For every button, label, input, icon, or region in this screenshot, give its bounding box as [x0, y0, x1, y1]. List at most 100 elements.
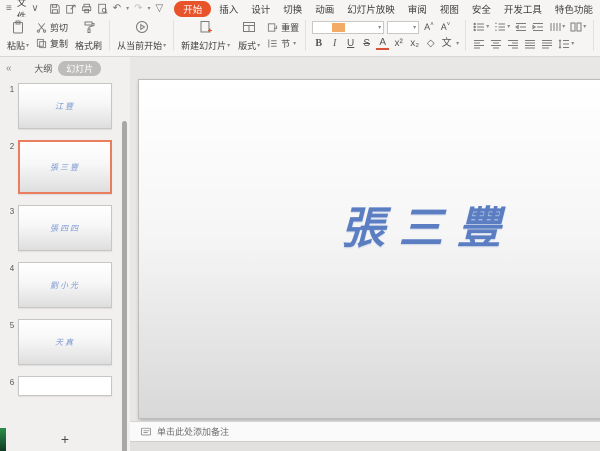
tab-security[interactable]: 安全 — [467, 1, 496, 17]
slide-title-text[interactable]: 張三豐 — [341, 192, 515, 256]
slide-thumbnail-selected[interactable]: 張三豐 — [18, 140, 112, 194]
undo-caret-icon[interactable]: ▾ — [126, 6, 129, 12]
slide-panel: « 大纲 幻灯片 1 江豐 2 張三豐 3 張四四 — [0, 57, 130, 451]
tab-animations[interactable]: 动画 — [310, 1, 339, 17]
align-left-button[interactable] — [472, 39, 486, 49]
format-painter-button[interactable]: 格式刷 — [72, 18, 105, 53]
ribbon-tabs: 开始 插入 设计 切换 动画 幻灯片放映 审阅 视图 安全 开发工具 特色功能 — [174, 1, 598, 17]
add-slide-button[interactable]: + — [47, 431, 83, 447]
decrease-indent-button[interactable] — [514, 22, 528, 32]
align-center-icon — [490, 39, 502, 49]
text-direction-icon — [549, 22, 561, 32]
screen-edge-artifact — [0, 428, 6, 451]
save-button[interactable] — [49, 3, 60, 14]
phonetic-caret-icon[interactable]: ▾ — [456, 41, 459, 47]
align-center-button[interactable] — [489, 39, 503, 49]
slide-panel-footer: + — [0, 427, 130, 451]
redo-button[interactable]: ↷ — [134, 4, 142, 14]
slide-number: 2 — [6, 140, 18, 194]
paste-button[interactable]: 粘贴▾ — [4, 18, 32, 53]
text-direction-button[interactable]: ▾ — [548, 22, 566, 32]
distribute-button[interactable] — [540, 39, 554, 49]
new-slide-caret-icon[interactable]: ▾ — [227, 43, 230, 49]
layout-icon — [242, 20, 256, 34]
numbered-list-button[interactable]: ▾ — [493, 22, 511, 32]
print-preview-button[interactable] — [97, 3, 108, 14]
slide-thumbnail[interactable]: 張四四 — [18, 205, 112, 251]
slide-layout-button[interactable]: 版式▾ — [235, 18, 263, 53]
align-right-button[interactable] — [506, 39, 520, 49]
tab-view[interactable]: 视图 — [435, 1, 464, 17]
strikethrough-button[interactable]: S — [360, 37, 373, 50]
font-color-button[interactable]: A — [376, 38, 389, 50]
section-caret-icon[interactable]: ▾ — [293, 41, 296, 47]
layout-caret-icon[interactable]: ▾ — [257, 43, 260, 49]
font-size-caret-icon[interactable]: ▾ — [413, 24, 416, 31]
font-group: ▾ ▾ A˄ A˅ B I U S A x² x₂ ◇ 文 ▾ — [310, 18, 461, 53]
justify-icon — [524, 39, 536, 49]
font-name-combobox[interactable]: ▾ — [312, 21, 384, 34]
paste-caret-icon[interactable]: ▾ — [26, 43, 29, 49]
tab-review[interactable]: 审阅 — [403, 1, 432, 17]
tab-special-features[interactable]: 特色功能 — [550, 1, 598, 17]
section-icon — [267, 38, 278, 49]
separator — [593, 20, 594, 51]
line-spacing-button[interactable]: ▾ — [557, 39, 575, 49]
wps-presentation-window: ≡ 文件 ∨ ↶ ▾ ↷ ▾ ▽ 开始 插入 设计 切换 动画 幻灯片放映 审阅… — [0, 0, 600, 451]
italic-button[interactable]: I — [328, 37, 341, 50]
separator — [465, 20, 466, 51]
ribbon-toolbar: 粘贴▾ 剪切 复制 格式刷 从当前开始▾ 新建幻灯片▾ — [0, 17, 600, 57]
play-from-current-button[interactable]: 从当前开始▾ — [114, 18, 169, 53]
section-button[interactable]: 节▾ — [265, 37, 301, 50]
slide-thumbnail[interactable]: 天真 — [18, 319, 112, 365]
new-slide-button[interactable]: 新建幻灯片▾ — [178, 18, 233, 53]
collapse-panel-icon[interactable]: « — [6, 63, 12, 74]
redo-caret-icon[interactable]: ▾ — [147, 6, 150, 12]
decrease-font-button[interactable]: A˅ — [439, 22, 453, 32]
undo-button[interactable]: ↶ — [113, 4, 121, 14]
print-button[interactable] — [81, 3, 92, 14]
bullet-list-button[interactable]: ▾ — [472, 22, 490, 32]
superscript-button[interactable]: x² — [392, 37, 405, 50]
tab-transitions[interactable]: 切换 — [278, 1, 307, 17]
tab-outline[interactable]: 大纲 — [34, 62, 52, 75]
bold-button[interactable]: B — [312, 37, 325, 50]
cut-button[interactable]: 剪切 — [34, 21, 70, 34]
hamburger-menu-icon[interactable]: ≡ — [6, 4, 12, 14]
tab-slides[interactable]: 幻灯片 — [58, 61, 101, 76]
ribbon-collapse-icon[interactable]: ▽ — [156, 4, 164, 14]
columns-button[interactable]: ▾ — [569, 22, 587, 32]
tab-developer[interactable]: 开发工具 — [499, 1, 547, 17]
file-menu-caret-icon[interactable]: ∨ — [31, 4, 38, 14]
increase-font-button[interactable]: A˄ — [422, 22, 436, 32]
copy-button[interactable]: 复制 — [34, 37, 70, 50]
tab-design[interactable]: 设计 — [246, 1, 275, 17]
slide-thumbnail[interactable]: 劉小光 — [18, 262, 112, 308]
tab-slideshow[interactable]: 幻灯片放映 — [342, 1, 400, 17]
reset-button[interactable]: 重置 — [265, 21, 301, 34]
subscript-button[interactable]: x₂ — [408, 37, 421, 50]
notes-bar[interactable]: 单击此处添加备注 — [130, 421, 600, 441]
underline-button[interactable]: U — [344, 37, 357, 50]
play-caret-icon[interactable]: ▾ — [163, 43, 166, 49]
export-button[interactable] — [65, 3, 76, 14]
thumbnail-title: 張三豐 — [50, 162, 80, 173]
new-slide-icon — [199, 20, 213, 34]
slide-thumbnail[interactable]: 江豐 — [18, 83, 112, 129]
justify-button[interactable] — [523, 39, 537, 49]
phonetic-guide-button[interactable]: 文 — [440, 37, 453, 50]
font-name-caret-icon[interactable]: ▾ — [378, 24, 381, 31]
increase-indent-button[interactable] — [531, 22, 545, 32]
slide-number: 3 — [6, 205, 18, 251]
columns-icon — [570, 22, 582, 32]
sidebar-scrollbar[interactable] — [122, 121, 127, 451]
slide-canvas[interactable]: 張三豐 — [138, 79, 600, 419]
clear-format-button[interactable]: ◇ — [424, 37, 437, 50]
slide-thumbnail-3: 3 張四四 — [6, 205, 130, 251]
font-size-combobox[interactable]: ▾ — [387, 21, 419, 34]
tab-home[interactable]: 开始 — [174, 1, 211, 17]
export-icon — [65, 3, 76, 14]
slide-thumbnail[interactable] — [18, 376, 112, 396]
workspace: « 大纲 幻灯片 1 江豐 2 張三豐 3 張四四 — [0, 57, 600, 451]
tab-insert[interactable]: 插入 — [214, 1, 243, 17]
